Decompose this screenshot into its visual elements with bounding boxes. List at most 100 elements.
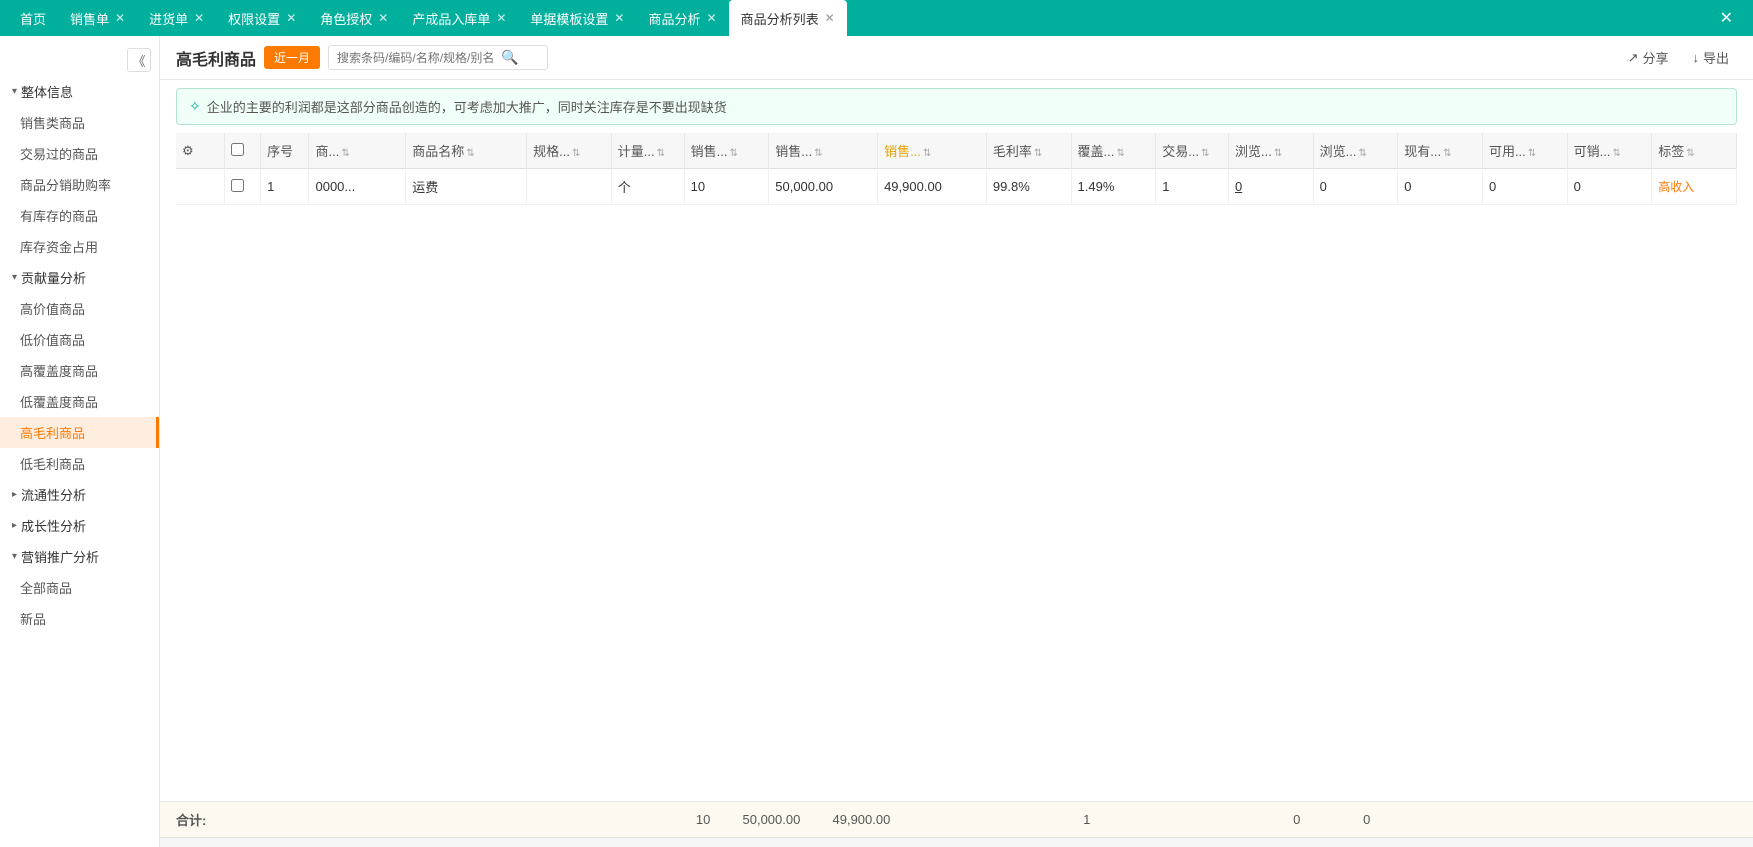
th-browse1[interactable]: 浏览...⇅ xyxy=(1229,133,1314,169)
footer-available: 0 xyxy=(1306,812,1376,827)
cell-sales-qty: 10 xyxy=(684,169,769,205)
footer-sales-qty: 10 xyxy=(646,812,716,827)
th-name[interactable]: 商品名称⇅ xyxy=(406,133,527,169)
sidebar-item-distribution-rate[interactable]: 商品分销助购率 xyxy=(0,169,159,200)
th-sales-profit[interactable]: 销售...⇅ xyxy=(878,133,987,169)
th-unit[interactable]: 计量...⇅ xyxy=(611,133,684,169)
sidebar-item-all-goods[interactable]: 全部商品 xyxy=(0,572,159,603)
th-tag[interactable]: 标签⇅ xyxy=(1652,133,1737,169)
th-sales-amount[interactable]: 销售...⇅ xyxy=(769,133,878,169)
cell-sales-amount: 50,000.00 xyxy=(769,169,878,205)
marketing-arrow-icon: ▾ xyxy=(12,551,17,562)
nav-purchase[interactable]: 进货单 ✕ xyxy=(137,0,216,36)
window-close-button[interactable]: ✕ xyxy=(1708,8,1745,28)
sidebar-group-overall[interactable]: ▾ 整体信息 xyxy=(0,76,159,107)
search-box: 🔍 xyxy=(328,45,548,70)
cell-coverage: 1.49% xyxy=(1071,169,1156,205)
cell-spec xyxy=(527,169,612,205)
search-input[interactable] xyxy=(337,51,497,65)
sidebar-item-low-margin[interactable]: 低毛利商品 xyxy=(0,448,159,479)
sidebar-group-contribution[interactable]: ▾ 贡献量分析 xyxy=(0,262,159,293)
nav-analysis-list[interactable]: 商品分析列表 ✕ xyxy=(729,0,847,36)
nav-sales-close[interactable]: ✕ xyxy=(115,11,125,25)
nav-role[interactable]: 角色授权 ✕ xyxy=(308,0,400,36)
th-gross-rate[interactable]: 毛利率⇅ xyxy=(986,133,1071,169)
search-icon[interactable]: 🔍 xyxy=(501,49,518,66)
nav-template[interactable]: 单据模板设置 ✕ xyxy=(518,0,636,36)
row-checkbox[interactable] xyxy=(231,179,244,192)
nav-product-entry-close[interactable]: ✕ xyxy=(496,11,506,25)
table-row: 1 0000... 运费 个 10 50,000.00 49,900.00 99… xyxy=(176,169,1737,205)
th-sales-qty[interactable]: 销售...⇅ xyxy=(684,133,769,169)
cell-checkbox[interactable] xyxy=(224,169,260,205)
export-button[interactable]: ↓ 导出 xyxy=(1684,44,1737,71)
th-code[interactable]: 商...⇅ xyxy=(309,133,406,169)
cell-browse1[interactable]: 0 xyxy=(1229,169,1314,205)
nav-role-close[interactable]: ✕ xyxy=(378,11,388,25)
th-checkbox[interactable] xyxy=(224,133,260,169)
th-spec[interactable]: 规格...⇅ xyxy=(527,133,612,169)
sidebar-item-new-goods[interactable]: 新品 xyxy=(0,603,159,634)
sidebar-item-high-value[interactable]: 高价值商品 xyxy=(0,293,159,324)
growth-arrow-icon: ▸ xyxy=(12,520,17,531)
sidebar-item-high-margin[interactable]: 高毛利商品 xyxy=(0,417,159,448)
cell-transactions: 1 xyxy=(1156,169,1229,205)
th-current-stock[interactable]: 现有...⇅ xyxy=(1398,133,1483,169)
sidebar-collapse-button[interactable]: 《 xyxy=(127,48,151,72)
main-layout: 《 ▾ 整体信息 销售类商品 交易过的商品 商品分销助购率 有库存的商品 库存资… xyxy=(0,36,1753,847)
page-title: 高毛利商品 xyxy=(176,46,256,70)
th-transactions[interactable]: 交易...⇅ xyxy=(1156,133,1229,169)
footer-bar: 合计: 10 50,000.00 49,900.00 1 0 0 xyxy=(160,801,1753,837)
sidebar-group-circulation[interactable]: ▸ 流通性分析 xyxy=(0,479,159,510)
cell-sales-profit: 49,900.00 xyxy=(878,169,987,205)
table-header-row: ⚙ 序号 商...⇅ 商品名称⇅ xyxy=(176,133,1737,169)
th-gear[interactable]: ⚙ xyxy=(176,133,224,169)
sidebar-group-growth[interactable]: ▸ 成长性分析 xyxy=(0,510,159,541)
cell-index: 1 xyxy=(261,169,309,205)
share-icon: ↗ xyxy=(1628,50,1639,66)
th-sellable-stock[interactable]: 可销...⇅ xyxy=(1567,133,1652,169)
sidebar-item-low-value[interactable]: 低价值商品 xyxy=(0,324,159,355)
circulation-arrow-icon: ▸ xyxy=(12,489,17,500)
overall-arrow-icon: ▾ xyxy=(12,86,17,97)
nav-analysis-list-close[interactable]: ✕ xyxy=(825,11,835,25)
footer-sales-amount: 50,000.00 xyxy=(716,812,806,827)
sidebar-group-marketing[interactable]: ▾ 营销推广分析 xyxy=(0,541,159,572)
sidebar-item-low-coverage[interactable]: 低覆盖度商品 xyxy=(0,386,159,417)
total-label: 合计: xyxy=(176,810,206,829)
nav-permission[interactable]: 权限设置 ✕ xyxy=(216,0,308,36)
nav-product-entry[interactable]: 产成品入库单 ✕ xyxy=(400,0,518,36)
bottom-scrollbar[interactable] xyxy=(160,837,1753,847)
nav-sales[interactable]: 销售单 ✕ xyxy=(58,0,137,36)
gear-icon: ⚙ xyxy=(182,143,194,158)
nav-template-close[interactable]: ✕ xyxy=(614,11,624,25)
footer-current: 0 xyxy=(1236,812,1306,827)
th-available-stock[interactable]: 可用...⇅ xyxy=(1482,133,1567,169)
nav-permission-close[interactable]: ✕ xyxy=(286,11,296,25)
table-container[interactable]: ⚙ 序号 商...⇅ 商品名称⇅ xyxy=(160,133,1753,801)
filter-period-button[interactable]: 近一月 xyxy=(264,46,320,69)
sidebar-item-stocked-goods[interactable]: 有库存的商品 xyxy=(0,200,159,231)
nav-purchase-close[interactable]: ✕ xyxy=(194,11,204,25)
cell-sellable: 0 xyxy=(1567,169,1652,205)
th-coverage[interactable]: 覆盖...⇅ xyxy=(1071,133,1156,169)
footer-transactions: 1 xyxy=(1036,812,1096,827)
share-button[interactable]: ↗ 分享 xyxy=(1620,44,1677,71)
select-all-checkbox[interactable] xyxy=(231,143,244,156)
nav-analysis[interactable]: 商品分析 ✕ xyxy=(636,0,728,36)
cell-available: 0 xyxy=(1482,169,1567,205)
nav-analysis-close[interactable]: ✕ xyxy=(707,11,717,25)
cell-current: 0 xyxy=(1398,169,1483,205)
cell-unit: 个 xyxy=(611,169,684,205)
th-browse2[interactable]: 浏览...⇅ xyxy=(1313,133,1398,169)
sidebar-item-sales-goods[interactable]: 销售类商品 xyxy=(0,107,159,138)
cell-code: 0000... xyxy=(309,169,406,205)
nav-home[interactable]: 首页 xyxy=(8,0,58,36)
content-area: 高毛利商品 近一月 🔍 ↗ 分享 ↓ 导出 ✧ 企业的主要的利润都是这部分商品创… xyxy=(160,36,1753,847)
cell-browse2: 0 xyxy=(1313,169,1398,205)
data-table: ⚙ 序号 商...⇅ 商品名称⇅ xyxy=(176,133,1737,205)
table-body: 1 0000... 运费 个 10 50,000.00 49,900.00 99… xyxy=(176,169,1737,205)
sidebar-item-stock-capital[interactable]: 库存资金占用 xyxy=(0,231,159,262)
sidebar-item-high-coverage[interactable]: 高覆盖度商品 xyxy=(0,355,159,386)
sidebar-item-traded-goods[interactable]: 交易过的商品 xyxy=(0,138,159,169)
